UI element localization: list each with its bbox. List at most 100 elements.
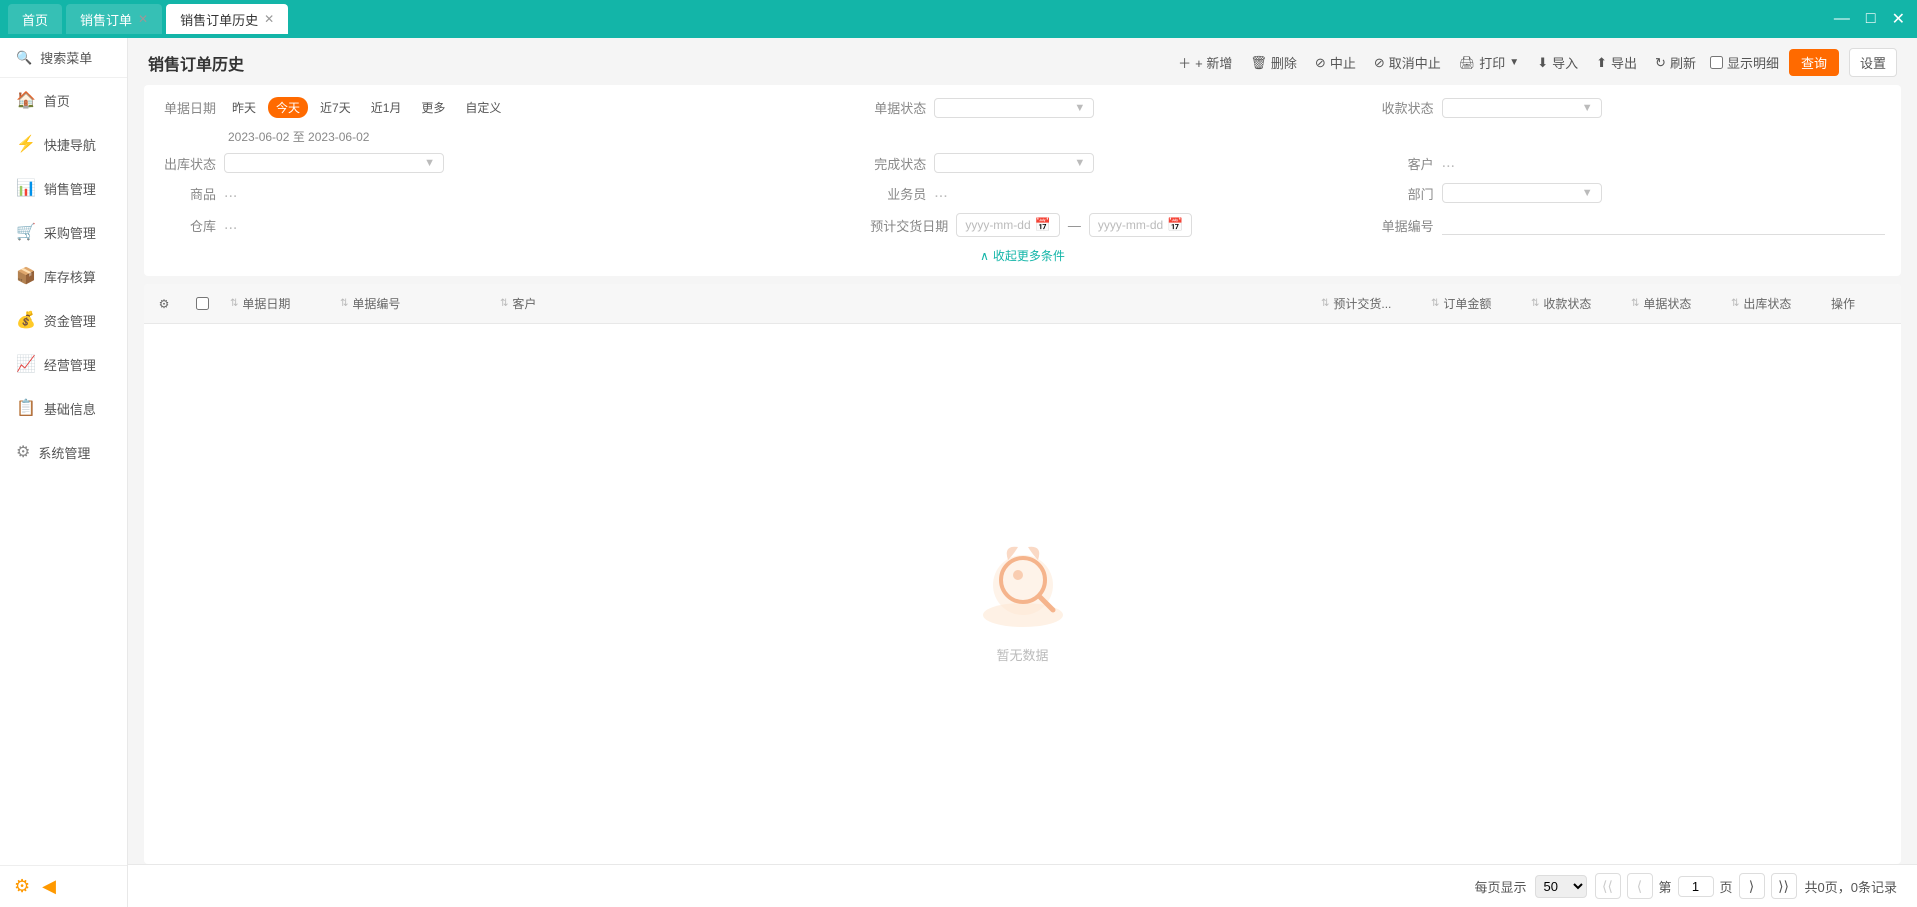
sidebar-item-basic-info-label: 基础信息 [44, 399, 96, 418]
stop-label: 中止 [1330, 53, 1356, 72]
display-detail-checkbox[interactable] [1710, 56, 1723, 69]
sidebar-item-sales[interactable]: 📊 销售管理 [0, 166, 127, 210]
collapse-bar[interactable]: ∧ 收起更多条件 [160, 247, 1885, 264]
th-customer-label: 客户 [512, 295, 536, 312]
order-status-control: ▼ [934, 98, 1377, 118]
collapse-label: 收起更多条件 [993, 247, 1065, 264]
export-label: 导出 [1611, 53, 1637, 72]
date-label: 单据日期 [160, 98, 216, 117]
search-menu[interactable]: 🔍 搜索菜单 [0, 38, 127, 78]
sidebar-settings-icon[interactable]: ⚙ [14, 876, 30, 897]
operation-icon: 📈 [16, 354, 36, 374]
page-size-label: 每页显示 [1474, 877, 1526, 896]
sidebar-item-quick-nav[interactable]: ⚡ 快捷导航 [0, 122, 127, 166]
th-checkbox[interactable] [184, 297, 220, 310]
payment-status-select[interactable]: ▼ [1442, 98, 1602, 118]
calendar-to-icon: 📅 [1167, 217, 1183, 233]
delete-button[interactable]: 🗑 删除 [1246, 51, 1301, 74]
sidebar-item-basic-info[interactable]: 📋 基础信息 [0, 386, 127, 430]
date-tag-more[interactable]: 更多 [413, 97, 453, 118]
order-status-label: 单据状态 [870, 98, 926, 117]
sidebar-item-system[interactable]: ⚙ 系统管理 [0, 430, 127, 474]
th-settings[interactable]: ⚙ [144, 297, 184, 311]
filter-item-complete-status: 完成状态 ▼ [870, 153, 1377, 173]
sidebar-item-home[interactable]: 🏠 首页 [0, 78, 127, 122]
tab-sales-order-history-close[interactable]: ✕ [264, 12, 274, 26]
collapse-up-icon: ∧ [980, 249, 989, 263]
tab-sales-order-history[interactable]: 销售订单历史 ✕ [166, 4, 288, 34]
next-page-button[interactable]: ⟩ [1739, 873, 1765, 899]
filter-row-4: 仓库 ... 预计交货日期 yyyy-mm-dd 📅 — yyyy [160, 213, 1885, 237]
cancel-stop-button[interactable]: ⊘ 取消中止 [1370, 51, 1445, 74]
sort-delivery-icon: ⇅ [1731, 298, 1739, 309]
sidebar-item-system-label: 系统管理 [38, 443, 90, 462]
tab-sales-order-close[interactable]: ✕ [138, 12, 148, 26]
expected-delivery-to-input[interactable]: yyyy-mm-dd 📅 [1089, 213, 1193, 237]
select-all-checkbox[interactable] [196, 297, 209, 310]
th-expected-delivery: ⇅ 预计交货... [1311, 295, 1421, 312]
print-button[interactable]: 🖨 打印 ▼ [1455, 51, 1523, 74]
filter-item-date: 单据日期 昨天 今天 近7天 近1月 更多 自定义 [160, 97, 870, 118]
customer-label: 客户 [1378, 154, 1434, 173]
tab-sales-order[interactable]: 销售订单 ✕ [66, 4, 162, 34]
date-tag-today[interactable]: 今天 [268, 97, 308, 118]
export-button[interactable]: ⬆ 导出 [1592, 51, 1641, 74]
settings-icon: ⚙ [159, 297, 170, 311]
refresh-button[interactable]: ↻ 刷新 [1651, 51, 1700, 74]
first-page-button[interactable]: ⟨⟨ [1595, 873, 1621, 899]
minimize-button[interactable]: — [1830, 8, 1854, 30]
th-delivery-status-label: 出库状态 [1743, 295, 1791, 312]
date-tag-custom[interactable]: 自定义 [457, 97, 509, 118]
order-number-control [1442, 215, 1885, 235]
th-payment-status-label: 收款状态 [1543, 295, 1591, 312]
new-button[interactable]: ＋ + 新增 [1174, 51, 1236, 74]
maximize-button[interactable]: □ [1862, 8, 1880, 30]
stop-button[interactable]: ⊘ 中止 [1311, 51, 1360, 74]
sidebar-item-finance[interactable]: 💰 资金管理 [0, 298, 127, 342]
filter-item-product: 商品 ... [160, 184, 870, 203]
customer-control: ... [1442, 154, 1885, 172]
date-tag-group: 昨天 今天 近7天 近1月 更多 自定义 [224, 97, 509, 118]
sidebar-collapse-icon[interactable]: ◀ [42, 876, 56, 897]
sidebar-item-inventory[interactable]: 📦 库存核算 [0, 254, 127, 298]
date-tag-yesterday[interactable]: 昨天 [224, 97, 264, 118]
settings-button[interactable]: 设置 [1849, 48, 1897, 77]
display-detail-checkbox-label[interactable]: 显示明细 [1710, 53, 1779, 72]
empty-svg [968, 525, 1078, 635]
import-button[interactable]: ⬇ 导入 [1533, 51, 1582, 74]
payment-status-label: 收款状态 [1378, 98, 1434, 117]
tab-home[interactable]: 首页 [8, 4, 62, 34]
main-layout: 🔍 搜索菜单 🏠 首页 ⚡ 快捷导航 📊 销售管理 🛒 采购管理 📦 库存核算 … [0, 38, 1917, 907]
product-input[interactable]: ... [224, 184, 237, 202]
last-page-button[interactable]: ⟩⟩ [1771, 873, 1797, 899]
product-label: 商品 [160, 184, 216, 203]
prev-page-button[interactable]: ⟨ [1627, 873, 1653, 899]
date-tag-1month[interactable]: 近1月 [363, 97, 410, 118]
sidebar-item-purchase[interactable]: 🛒 采购管理 [0, 210, 127, 254]
page-size-select[interactable]: 10 20 50 100 [1535, 875, 1587, 898]
empty-illustration [968, 525, 1078, 635]
order-number-input[interactable] [1442, 215, 1885, 235]
customer-input[interactable]: ... [1442, 154, 1455, 172]
display-detail-label: 显示明细 [1727, 53, 1779, 72]
complete-status-select[interactable]: ▼ [934, 153, 1094, 173]
order-status-select[interactable]: ▼ [934, 98, 1094, 118]
salesperson-label: 业务员 [870, 184, 926, 203]
sidebar-item-operation[interactable]: 📈 经营管理 [0, 342, 127, 386]
department-select[interactable]: ▼ [1442, 183, 1602, 203]
new-label: + 新增 [1195, 53, 1232, 72]
filter-row-2: 出库状态 ▼ 完成状态 ▼ [160, 153, 1885, 173]
th-number: ⇅ 单据编号 [330, 295, 490, 312]
sidebar-item-operation-label: 经营管理 [44, 355, 96, 374]
warehouse-input[interactable]: ... [224, 216, 237, 234]
delivery-status-select[interactable]: ▼ [224, 153, 444, 173]
salesperson-input[interactable]: ... [934, 184, 947, 202]
table-header: ⚙ ⇅ 单据日期 ⇅ 单据编号 ⇅ 客户 ⇅ [144, 284, 1901, 324]
expected-delivery-from-input[interactable]: yyyy-mm-dd 📅 [956, 213, 1060, 237]
department-label: 部门 [1378, 184, 1434, 203]
date-tag-7days[interactable]: 近7天 [312, 97, 359, 118]
page-number-input[interactable] [1678, 876, 1714, 897]
filter-item-delivery-status: 出库状态 ▼ [160, 153, 870, 173]
query-button[interactable]: 查询 [1789, 49, 1839, 76]
close-button[interactable]: ✕ [1888, 7, 1909, 31]
